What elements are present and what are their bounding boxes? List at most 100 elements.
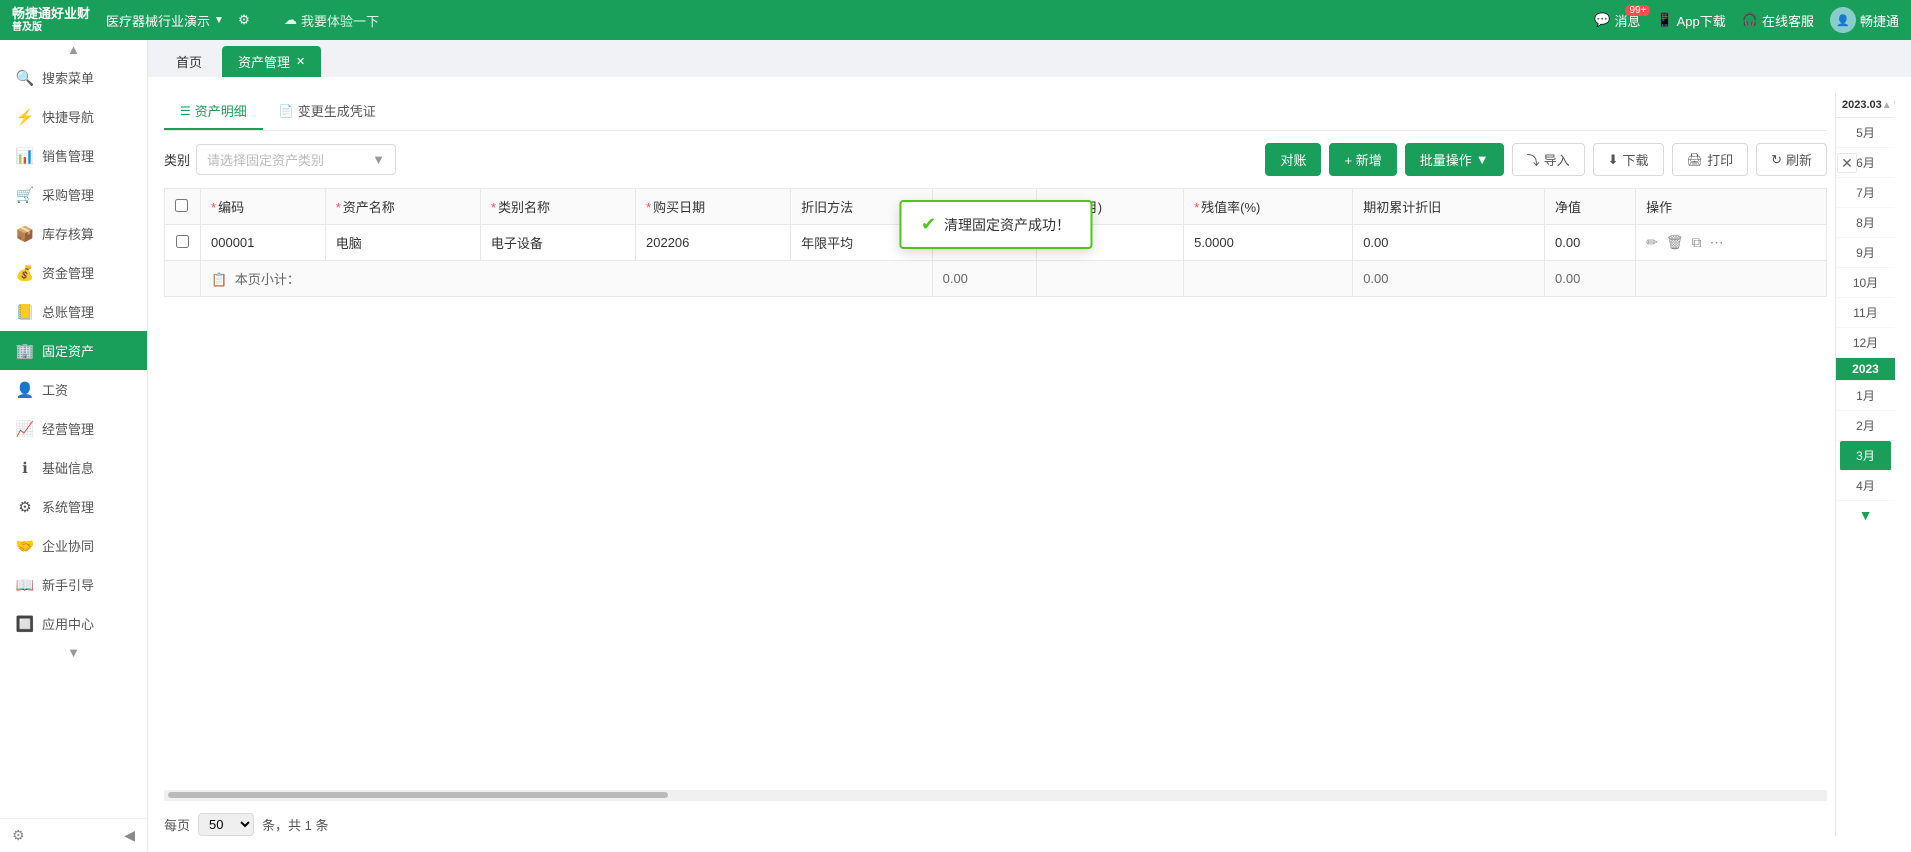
sidebar-item-label: 新手引导 bbox=[42, 575, 94, 594]
timeline-month-8[interactable]: 8月 bbox=[1836, 208, 1895, 238]
timeline-month-5[interactable]: 5月 bbox=[1836, 118, 1895, 148]
sidebar-item-sales[interactable]: 📊 销售管理 bbox=[0, 136, 147, 175]
edit-icon[interactable]: ✏ bbox=[1646, 234, 1658, 251]
sidebar-item-guide[interactable]: 📖 新手引导 bbox=[0, 565, 147, 604]
sidebar-item-ledger[interactable]: 📒 总账管理 bbox=[0, 292, 147, 331]
import-icon: ⤵ bbox=[1527, 150, 1540, 169]
online-service-button[interactable]: 🎧 在线客服 bbox=[1742, 11, 1814, 30]
new-button[interactable]: + 新增 bbox=[1329, 143, 1396, 176]
enterprise-icon: 🤝 bbox=[16, 537, 34, 555]
system-icon: ⚙ bbox=[16, 498, 34, 516]
cell-net-value: 0.00 bbox=[1545, 225, 1636, 261]
sidebar-item-basic[interactable]: ℹ 基础信息 bbox=[0, 448, 147, 487]
topbar-center: 医疗器械行业演示 ▼ ⚙ ☁ 我要体验一下 bbox=[106, 8, 1594, 32]
import-button[interactable]: ⤵ 导入 bbox=[1512, 143, 1585, 176]
header-category: *类别名称 bbox=[480, 189, 635, 225]
tab-close-icon[interactable]: ✕ bbox=[296, 55, 305, 68]
refresh-icon: ↻ bbox=[1771, 152, 1782, 168]
sidebar-item-salary[interactable]: 👤 工资 bbox=[0, 370, 147, 409]
more-icon[interactable]: ⋯ bbox=[1710, 234, 1724, 251]
batch-dropdown-icon: ▼ bbox=[1476, 152, 1489, 167]
header-accumulated: 期初累计折旧 bbox=[1353, 189, 1545, 225]
select-all-checkbox[interactable] bbox=[175, 199, 188, 212]
toolbar-left: 类别 请选择固定资产类别 ▼ bbox=[164, 144, 396, 175]
tab-asset[interactable]: 资产管理 ✕ bbox=[222, 46, 321, 77]
cell-code: 000001 bbox=[201, 225, 326, 261]
timeline-month-1[interactable]: 1月 bbox=[1836, 381, 1895, 411]
sidebar-item-enterprise[interactable]: 🤝 企业协同 bbox=[0, 526, 147, 565]
sidebar-item-label: 系统管理 bbox=[42, 497, 94, 516]
content-inner: ☰ 资产明细 📄 变更生成凭证 类别 请选择固定资产类别 bbox=[164, 93, 1827, 836]
per-page-select[interactable]: 50 100 bbox=[198, 813, 254, 836]
sidebar-settings-icon[interactable]: ⚙ bbox=[12, 827, 25, 844]
reconcile-button[interactable]: 对账 bbox=[1265, 143, 1321, 176]
app-download-button[interactable]: 📱 App下载 bbox=[1656, 11, 1725, 30]
timeline-month-3[interactable]: 3月 bbox=[1840, 441, 1891, 471]
header-name: *资产名称 bbox=[325, 189, 480, 225]
sidebar-item-fixed[interactable]: 🏢 固定资产 bbox=[0, 331, 147, 370]
table-scroll-container[interactable]: *编码 *资产名称 *类别名称 *购买日期 折旧方法 *原值 *期限(月) *残… bbox=[164, 188, 1827, 790]
user-avatar[interactable]: 👤 畅捷通 bbox=[1830, 7, 1899, 33]
timeline-arrow-down[interactable]: ▽ bbox=[1894, 100, 1895, 111]
sidebar-item-quicknav[interactable]: ⚡ 快捷导航 bbox=[0, 97, 147, 136]
timeline-arrows: ▲ ▽ bbox=[1882, 100, 1895, 111]
timeline-month-9[interactable]: 9月 bbox=[1836, 238, 1895, 268]
sidebar-item-search[interactable]: 🔍 搜索菜单 bbox=[0, 58, 147, 97]
sidebar-item-inventory[interactable]: 📦 库存核算 bbox=[0, 214, 147, 253]
timeline-month-11[interactable]: 11月 bbox=[1836, 298, 1895, 328]
salary-icon: 👤 bbox=[16, 381, 34, 399]
timeline-month-4[interactable]: 4月 bbox=[1836, 471, 1895, 501]
timeline-year-2023: 2023 bbox=[1836, 358, 1895, 381]
pagination: 每页 50 100 条，共 1 条 bbox=[164, 800, 1827, 836]
batch-ops-button[interactable]: 批量操作 ▼ bbox=[1405, 143, 1504, 176]
messages-button[interactable]: 💬 消息 99+ bbox=[1594, 11, 1640, 30]
management-icon: 📈 bbox=[16, 420, 34, 438]
copy-icon[interactable]: ⧉ bbox=[1692, 234, 1702, 251]
timeline-scroll-down[interactable]: ▼ bbox=[1836, 501, 1895, 529]
sub-tab-change-voucher[interactable]: 📄 变更生成凭证 bbox=[263, 93, 392, 130]
download-icon: ⬇ bbox=[1608, 152, 1619, 168]
subtotal-label-cell: 📋 本页小计： bbox=[201, 261, 933, 297]
fixed-assets-icon: 🏢 bbox=[16, 342, 34, 360]
bottom-scrollbar[interactable] bbox=[164, 790, 1827, 800]
sidebar-collapse-icon[interactable]: ◀ bbox=[124, 827, 135, 844]
topbar-right: 💬 消息 99+ 📱 App下载 🎧 在线客服 👤 畅捷通 bbox=[1594, 7, 1899, 33]
sub-tab-asset-list[interactable]: ☰ 资产明细 bbox=[164, 93, 263, 130]
sidebar-item-label: 企业协同 bbox=[42, 536, 94, 555]
company-settings-icon[interactable]: ⚙ bbox=[232, 8, 256, 32]
content-area: 首页 资产管理 ✕ ☰ 资产明细 📄 变更生成凭证 bbox=[148, 40, 1911, 852]
row-checkbox[interactable] bbox=[176, 235, 189, 248]
download-button[interactable]: ⬇ 下载 bbox=[1593, 143, 1664, 176]
cell-residual-rate: 5.0000 bbox=[1184, 225, 1353, 261]
sidebar-item-label: 应用中心 bbox=[42, 614, 94, 633]
refresh-button[interactable]: ↻ 刷新 bbox=[1756, 143, 1827, 176]
sidebar-item-finance[interactable]: 💰 资金管理 bbox=[0, 253, 147, 292]
timeline-arrow-up[interactable]: ▲ bbox=[1882, 100, 1892, 111]
scrollbar-thumb[interactable] bbox=[168, 792, 668, 798]
print-button[interactable]: 🖨 打印 bbox=[1672, 143, 1749, 176]
sidebar-scroll-down[interactable]: ▼ bbox=[0, 643, 147, 661]
timeline-month-7[interactable]: 7月 bbox=[1836, 178, 1895, 208]
subtotal-row: 📋 本页小计： 0.00 0.00 0.00 bbox=[165, 261, 1827, 297]
company-selector[interactable]: 医疗器械行业演示 ▼ bbox=[106, 11, 224, 30]
tab-home[interactable]: 首页 bbox=[160, 46, 218, 77]
sidebar-item-system[interactable]: ⚙ 系统管理 bbox=[0, 487, 147, 526]
delete-icon[interactable]: 🗑 bbox=[1666, 234, 1684, 251]
sidebar-item-purchase[interactable]: 🛒 采购管理 bbox=[0, 175, 147, 214]
avatar-icon: 👤 bbox=[1836, 14, 1850, 27]
timeline-month-12[interactable]: 12月 bbox=[1836, 328, 1895, 358]
timeline-month-2[interactable]: 2月 bbox=[1836, 411, 1895, 441]
timeline-month-10[interactable]: 10月 bbox=[1836, 268, 1895, 298]
timeline-close-button[interactable]: ✕ bbox=[1837, 153, 1857, 173]
sidebar-item-management[interactable]: 📈 经营管理 bbox=[0, 409, 147, 448]
experience-button[interactable]: ☁ 我要体验一下 bbox=[284, 11, 379, 30]
category-select[interactable]: 请选择固定资产类别 ▼ bbox=[196, 144, 396, 175]
finance-icon: 💰 bbox=[16, 264, 34, 282]
sidebar-item-label: 基础信息 bbox=[42, 458, 94, 477]
list-icon: ☰ bbox=[180, 104, 191, 118]
voucher-icon: 📄 bbox=[279, 104, 294, 118]
sidebar-scroll-up[interactable]: ▲ bbox=[0, 40, 147, 58]
sidebar-item-apps[interactable]: 🔲 应用中心 bbox=[0, 604, 147, 643]
cell-category: 电子设备 bbox=[480, 225, 635, 261]
subtotal-net: 0.00 bbox=[1545, 261, 1636, 297]
